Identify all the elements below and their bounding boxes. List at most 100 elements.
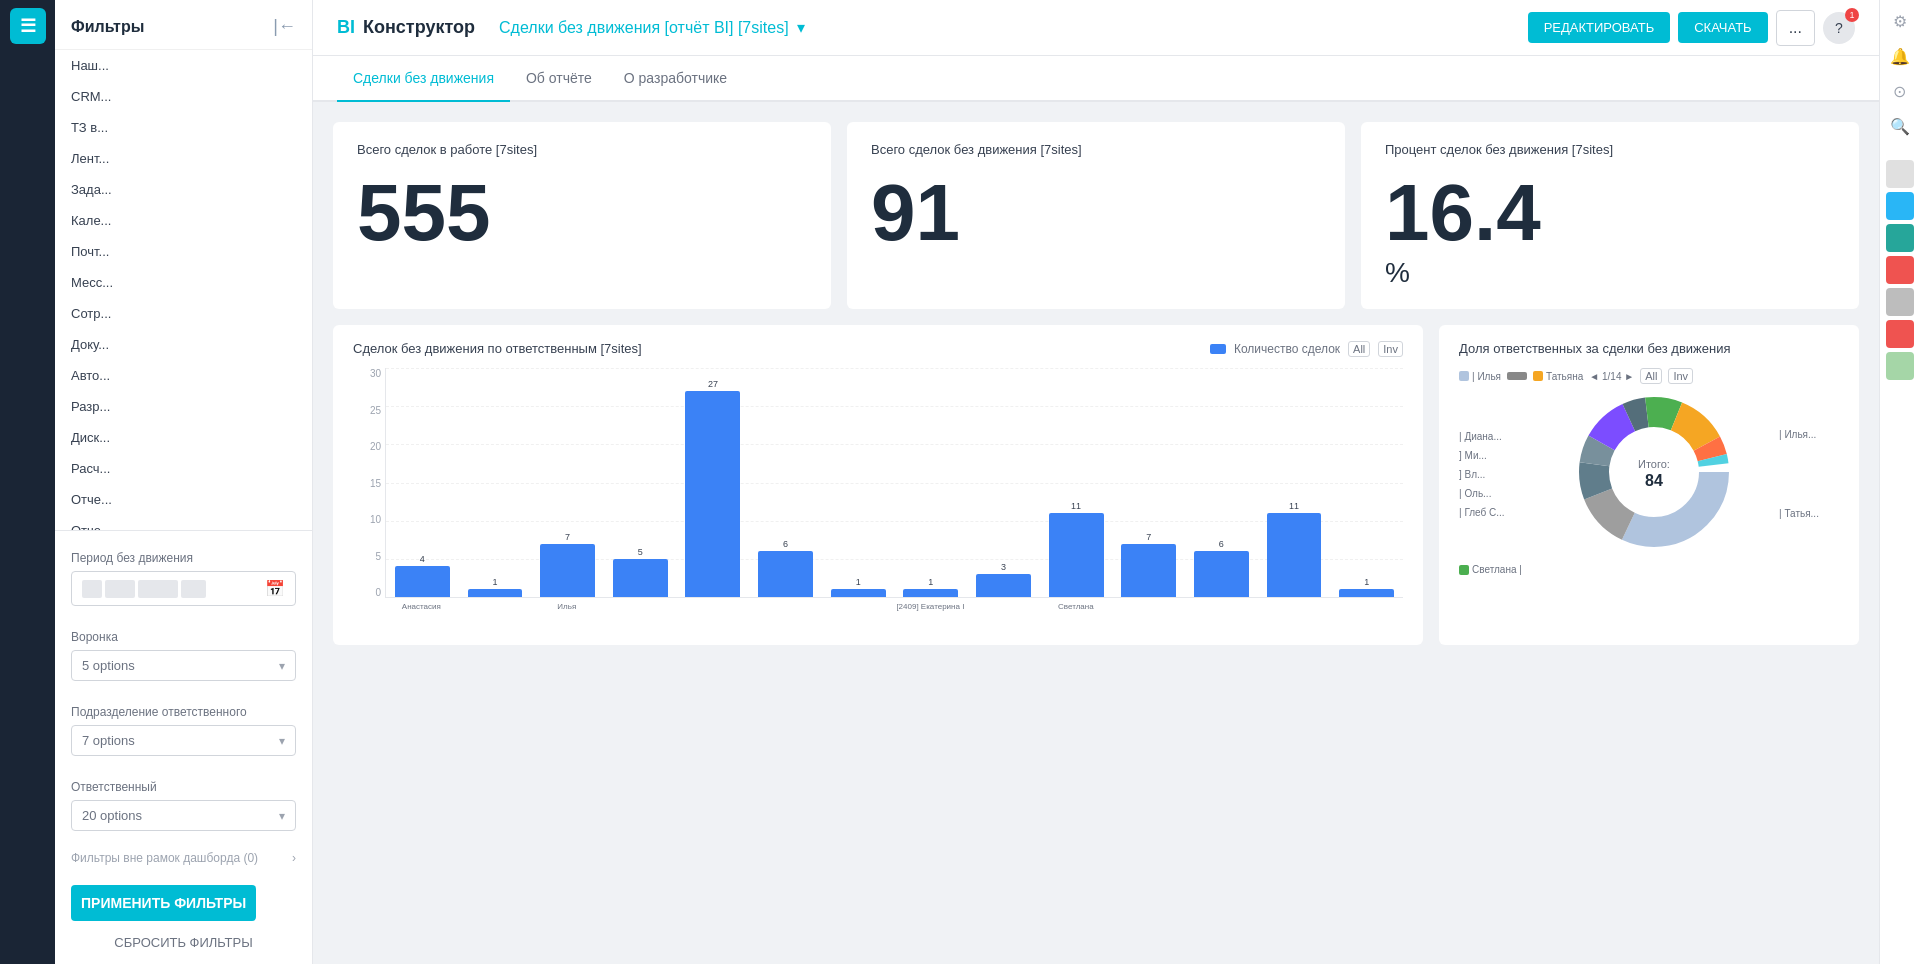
edit-button[interactable]: РЕДАКТИРОВАТЬ xyxy=(1528,12,1671,43)
user-avatar[interactable]: ? 1 xyxy=(1823,12,1855,44)
kpi-card1-title: Всего сделок в работе [7sites] xyxy=(357,142,807,157)
sidebar-item[interactable]: Отче... xyxy=(55,484,312,515)
funnel-chevron-icon: ▾ xyxy=(279,659,285,673)
sidebar-item[interactable]: Сотр... xyxy=(55,298,312,329)
legend-svetlana: Светлана | xyxy=(1459,564,1522,575)
reset-filters-button[interactable]: СБРОСИТЬ ФИЛЬТРЫ xyxy=(55,929,312,956)
bar-group[interactable]: 1 xyxy=(1330,368,1403,597)
bar-rect xyxy=(540,544,595,597)
label-mi: ] Ми... xyxy=(1459,450,1529,461)
bar-group[interactable]: 6 xyxy=(749,368,822,597)
bar-rect xyxy=(831,589,886,597)
donut-bottom-legend: Светлана | xyxy=(1459,564,1839,575)
bar-value-label: 7 xyxy=(1146,532,1151,542)
sidebar-item[interactable]: Разр... xyxy=(55,391,312,422)
tabs-bar: Сделки без движенияОб отчётеО разработчи… xyxy=(313,56,1879,102)
sidebar-item[interactable]: Авто... xyxy=(55,360,312,391)
page-indicator: ◄ 1/14 ► xyxy=(1589,371,1634,382)
swatch-blue[interactable] xyxy=(1886,192,1914,220)
bar-rect xyxy=(685,391,740,597)
bar-group[interactable]: 5 xyxy=(604,368,677,597)
sidebar-item[interactable]: Расч... xyxy=(55,453,312,484)
bar-value-label: 1 xyxy=(928,577,933,587)
donut-all-btn[interactable]: All xyxy=(1640,368,1662,384)
label-ol: | Оль... xyxy=(1459,488,1529,499)
report-dropdown-icon[interactable]: ▾ xyxy=(797,18,805,37)
bar-group[interactable]: 11 xyxy=(1040,368,1113,597)
sidebar-item[interactable]: Месс... xyxy=(55,267,312,298)
bar-chart-area: 30 25 20 15 10 5 0 xyxy=(353,368,1403,628)
donut-inv-btn[interactable]: Inv xyxy=(1668,368,1693,384)
x-axis: АнастасияИлья[2409] Екатерина IСветлана xyxy=(385,600,1403,628)
sidebar-item[interactable]: Почт... xyxy=(55,236,312,267)
left-navigation: ☰ xyxy=(0,0,55,964)
bar-rect xyxy=(1339,589,1394,597)
charts-row: Сделок без движения по ответственным [7s… xyxy=(333,325,1859,645)
kpi-card-percent: Процент сделок без движения [7sites] 16.… xyxy=(1361,122,1859,309)
bar-group[interactable]: 27 xyxy=(677,368,750,597)
x-label xyxy=(821,600,894,628)
top-bar: BI Конструктор Сделки без движения [отчё… xyxy=(313,0,1879,56)
settings-icon[interactable]: ⚙ xyxy=(1893,12,1907,31)
tab-о-разработчике[interactable]: О разработчике xyxy=(608,56,743,102)
bar-inv-btn[interactable]: Inv xyxy=(1378,341,1403,357)
sidebar-item[interactable]: Отче... xyxy=(55,515,312,530)
swatch-teal[interactable] xyxy=(1886,224,1914,252)
bar-group[interactable]: 4 xyxy=(386,368,459,597)
bar-group[interactable]: 6 xyxy=(1185,368,1258,597)
x-label xyxy=(1185,600,1258,628)
bar-chart-title: Сделок без движения по ответственным [7s… xyxy=(353,341,642,356)
period-input[interactable]: 📅 xyxy=(71,571,296,606)
download-button[interactable]: СКАЧАТЬ xyxy=(1678,12,1767,43)
chevron-right-icon: › xyxy=(292,851,296,865)
top-actions: РЕДАКТИРОВАТЬ СКАЧАТЬ ... ? 1 xyxy=(1528,10,1855,46)
responsible-select[interactable]: 20 options ▾ xyxy=(71,800,296,831)
sync-icon[interactable]: ⊙ xyxy=(1893,82,1906,101)
app-brand: BI Конструктор xyxy=(337,17,475,38)
swatch-green[interactable] xyxy=(1886,352,1914,380)
swatch-red[interactable] xyxy=(1886,256,1914,284)
collapse-filter-btn[interactable]: |← xyxy=(273,16,296,37)
tab-об-отчёте[interactable]: Об отчёте xyxy=(510,56,608,102)
more-button[interactable]: ... xyxy=(1776,10,1815,46)
swatch-lightgray[interactable] xyxy=(1886,288,1914,316)
subdivision-value: 7 options xyxy=(82,733,135,748)
bar-group[interactable]: 1 xyxy=(822,368,895,597)
right-panel: ⚙ 🔔 ⊙ 🔍 xyxy=(1879,0,1919,964)
donut-svg-container: Итого: 84 xyxy=(1574,392,1734,556)
apply-filters-button[interactable]: ПРИМЕНИТЬ ФИЛЬТРЫ xyxy=(71,885,256,921)
sidebar-item[interactable]: Лент... xyxy=(55,143,312,174)
bar-rect xyxy=(1049,513,1104,597)
bell-icon[interactable]: 🔔 xyxy=(1890,47,1910,66)
bar-all-btn[interactable]: All xyxy=(1348,341,1370,357)
sidebar-item[interactable]: Наш... xyxy=(55,50,312,81)
tab-сделки-без-движения[interactable]: Сделки без движения xyxy=(337,56,510,102)
bar-legend-label: Количество сделок xyxy=(1234,342,1340,356)
funnel-select[interactable]: 5 options ▾ xyxy=(71,650,296,681)
filters-outside[interactable]: Фильтры вне рамок дашборда (0) › xyxy=(55,843,312,873)
bar-group[interactable]: 7 xyxy=(1112,368,1185,597)
search-icon[interactable]: 🔍 xyxy=(1890,117,1910,136)
bar-group[interactable]: 11 xyxy=(1258,368,1331,597)
sidebar-item[interactable]: Кале... xyxy=(55,205,312,236)
nav-logo[interactable]: ☰ xyxy=(10,8,46,44)
sidebar-item[interactable]: Диск... xyxy=(55,422,312,453)
swatch-red2[interactable] xyxy=(1886,320,1914,348)
bar-group[interactable]: 7 xyxy=(531,368,604,597)
bar-value-label: 3 xyxy=(1001,562,1006,572)
bar-group[interactable]: 3 xyxy=(967,368,1040,597)
sidebar-item[interactable]: Зада... xyxy=(55,174,312,205)
bar-group[interactable]: 1 xyxy=(459,368,532,597)
sidebar-item[interactable]: CRM... xyxy=(55,81,312,112)
kpi-card3-value: 16.4 xyxy=(1385,173,1835,253)
subdivision-select[interactable]: 7 options ▾ xyxy=(71,725,296,756)
x-label: Илья xyxy=(530,600,603,628)
swatch-gray[interactable] xyxy=(1886,160,1914,188)
bar-chart-inner: 41752761131176111 xyxy=(385,368,1403,598)
bar-group[interactable]: 1 xyxy=(894,368,967,597)
bar-rect xyxy=(976,574,1031,597)
sidebar-nav-menu: Наш...CRM...ТЗ в...Лент...Зада...Кале...… xyxy=(55,50,312,530)
sidebar-item[interactable]: Доку... xyxy=(55,329,312,360)
sidebar-item[interactable]: ТЗ в... xyxy=(55,112,312,143)
tatyana-name: Татьяна xyxy=(1546,371,1583,382)
